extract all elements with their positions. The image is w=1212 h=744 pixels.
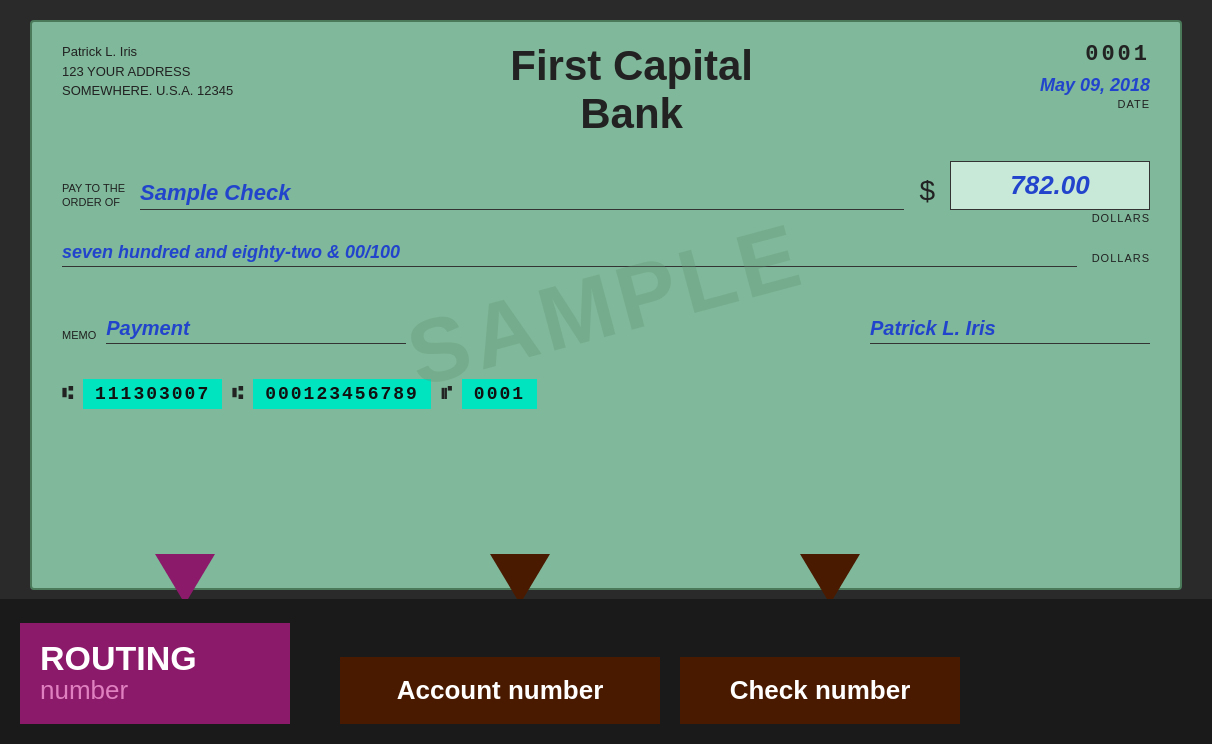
micr-end-symbol: ⑈	[441, 384, 452, 404]
micr-row: ⑆ 111303007 ⑆ 000123456789 ⑈ 0001	[62, 379, 1150, 409]
micr-routing: 111303007	[83, 379, 222, 409]
watermark: SAMPLE	[397, 203, 815, 407]
payee-line: Sample Check	[140, 180, 904, 210]
micr-account: 000123456789	[253, 379, 431, 409]
dollars-label: DOLLARS	[1092, 252, 1150, 267]
account-label-text: Account number	[360, 675, 640, 706]
check-label-box: Check number	[680, 657, 960, 724]
account-arrow	[490, 554, 550, 604]
routing-label-box: ROUTING number	[20, 623, 290, 724]
account-label-box: Account number	[340, 657, 660, 724]
payer-address2: SOMEWHERE. U.S.A. 12345	[62, 81, 233, 101]
bottom-labels-area: ROUTING number Account number Check numb…	[0, 599, 1212, 744]
check-number-area: 0001 May 09, 2018 DATE	[1030, 42, 1150, 110]
amount-box: 782.00	[950, 161, 1150, 210]
memo-line: Payment	[106, 317, 406, 344]
written-amount-line: seven hundred and eighty-two & 00/100	[62, 242, 1077, 267]
amount-value: 782.00	[966, 170, 1134, 201]
dollar-sign: $	[919, 175, 935, 210]
pay-to-label: PAY TO THE ORDER OF	[62, 181, 125, 210]
date-label: DATE	[1030, 98, 1150, 110]
check-container: SAMPLE Patrick L. Iris 123 YOUR ADDRESS …	[30, 20, 1182, 590]
pay-to-row: PAY TO THE ORDER OF Sample Check $ 782.0…	[62, 161, 1150, 210]
written-amount-value: seven hundred and eighty-two & 00/100	[62, 242, 400, 262]
micr-mid-symbol: ⑆	[232, 384, 243, 404]
check-header: Patrick L. Iris 123 YOUR ADDRESS SOMEWHE…	[62, 42, 1150, 139]
routing-label-sub: number	[40, 675, 270, 706]
signature-value: Patrick L. Iris	[870, 317, 996, 339]
micr-start-symbol: ⑆	[62, 384, 73, 404]
memo-label: MEMO	[62, 329, 96, 344]
micr-check: 0001	[462, 379, 537, 409]
routing-arrow	[155, 554, 215, 604]
check-number: 0001	[1030, 42, 1150, 67]
memo-value: Payment	[106, 317, 189, 339]
memo-row: MEMO Payment Patrick L. Iris	[62, 317, 1150, 344]
signature-line: Patrick L. Iris	[870, 317, 1150, 344]
check-number-arrow	[800, 554, 860, 604]
routing-label-title: ROUTING	[40, 641, 270, 675]
date-value: May 09, 2018	[1030, 75, 1150, 96]
memo-section: MEMO Payment	[62, 317, 406, 344]
bank-name: First CapitalBank	[233, 42, 1030, 139]
payer-info: Patrick L. Iris 123 YOUR ADDRESS SOMEWHE…	[62, 42, 233, 101]
check-label-text: Check number	[700, 675, 940, 706]
written-amount-row: seven hundred and eighty-two & 00/100 DO…	[62, 242, 1150, 267]
payee-value: Sample Check	[140, 180, 290, 205]
dollars-label-right: DOLLARS	[62, 212, 1150, 224]
payer-name: Patrick L. Iris	[62, 42, 233, 62]
payer-address1: 123 YOUR ADDRESS	[62, 62, 233, 82]
date-area: May 09, 2018 DATE	[1030, 75, 1150, 110]
